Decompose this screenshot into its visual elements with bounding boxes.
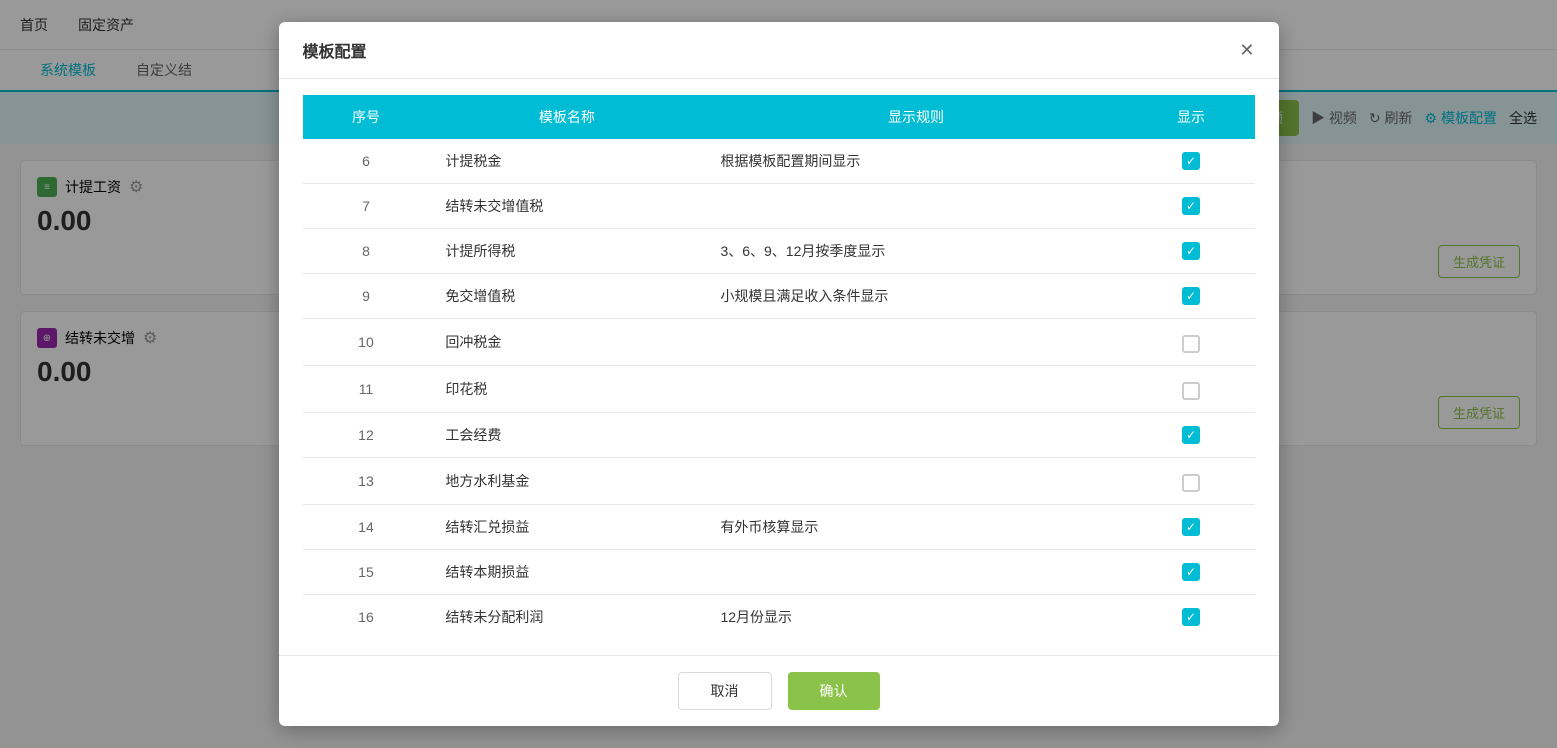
checkbox-wrap[interactable] bbox=[1182, 426, 1200, 444]
table-row: 11印花税 bbox=[303, 366, 1255, 413]
checkbox-wrap[interactable] bbox=[1182, 474, 1200, 492]
row-display bbox=[1128, 274, 1255, 319]
checkbox[interactable] bbox=[1182, 426, 1200, 444]
table-row: 6计提税金根据模板配置期间显示 bbox=[303, 139, 1255, 184]
col-rule: 显示规则 bbox=[704, 95, 1127, 139]
row-rule bbox=[704, 550, 1127, 595]
dialog-footer: 取消 确认 bbox=[279, 655, 1279, 726]
row-name: 印花税 bbox=[429, 366, 704, 413]
row-display bbox=[1128, 139, 1255, 184]
checkbox[interactable] bbox=[1182, 242, 1200, 260]
checkbox[interactable] bbox=[1182, 287, 1200, 305]
cancel-button[interactable]: 取消 bbox=[678, 672, 772, 710]
table-header: 序号 模板名称 显示规则 显示 bbox=[303, 95, 1255, 139]
row-rule: 根据模板配置期间显示 bbox=[704, 139, 1127, 184]
row-rule: 3、6、9、12月按季度显示 bbox=[704, 229, 1127, 274]
checkbox[interactable] bbox=[1182, 197, 1200, 215]
row-no: 13 bbox=[303, 458, 430, 505]
checkbox-wrap[interactable] bbox=[1182, 608, 1200, 626]
table-body: 6计提税金根据模板配置期间显示7结转未交增值税8计提所得税3、6、9、12月按季… bbox=[303, 139, 1255, 639]
row-name: 计提税金 bbox=[429, 139, 704, 184]
row-no: 10 bbox=[303, 319, 430, 366]
table-row: 13地方水利基金 bbox=[303, 458, 1255, 505]
checkbox[interactable] bbox=[1182, 335, 1200, 353]
row-display bbox=[1128, 505, 1255, 550]
checkbox[interactable] bbox=[1182, 563, 1200, 581]
row-rule: 小规模且满足收入条件显示 bbox=[704, 274, 1127, 319]
checkbox[interactable] bbox=[1182, 608, 1200, 626]
dialog-body: 序号 模板名称 显示规则 显示 6计提税金根据模板配置期间显示7结转未交增值税8… bbox=[279, 79, 1279, 655]
row-no: 15 bbox=[303, 550, 430, 595]
row-no: 11 bbox=[303, 366, 430, 413]
row-display bbox=[1128, 413, 1255, 458]
checkbox-wrap[interactable] bbox=[1182, 197, 1200, 215]
table-row: 14结转汇兑损益有外币核算显示 bbox=[303, 505, 1255, 550]
row-name: 结转汇兑损益 bbox=[429, 505, 704, 550]
row-no: 8 bbox=[303, 229, 430, 274]
checkbox-wrap[interactable] bbox=[1182, 242, 1200, 260]
row-rule: 12月份显示 bbox=[704, 595, 1127, 640]
row-name: 免交增值税 bbox=[429, 274, 704, 319]
row-display bbox=[1128, 458, 1255, 505]
dialog-header: 模板配置 ✕ bbox=[279, 22, 1279, 79]
dialog-title: 模板配置 bbox=[303, 38, 367, 62]
row-display bbox=[1128, 319, 1255, 366]
table-row: 12工会经费 bbox=[303, 413, 1255, 458]
checkbox[interactable] bbox=[1182, 518, 1200, 536]
row-rule: 有外币核算显示 bbox=[704, 505, 1127, 550]
row-name: 计提所得税 bbox=[429, 229, 704, 274]
table-row: 8计提所得税3、6、9、12月按季度显示 bbox=[303, 229, 1255, 274]
checkbox-wrap[interactable] bbox=[1182, 382, 1200, 400]
checkbox-wrap[interactable] bbox=[1182, 152, 1200, 170]
checkbox[interactable] bbox=[1182, 382, 1200, 400]
template-config-dialog: 模板配置 ✕ 序号 模板名称 显示规则 显示 6计提税金根据模板配置期间显示7结… bbox=[279, 22, 1279, 726]
dialog-overlay: 模板配置 ✕ 序号 模板名称 显示规则 显示 6计提税金根据模板配置期间显示7结… bbox=[0, 0, 1557, 748]
row-display bbox=[1128, 595, 1255, 640]
row-rule bbox=[704, 413, 1127, 458]
table-row: 16结转未分配利润12月份显示 bbox=[303, 595, 1255, 640]
row-rule bbox=[704, 319, 1127, 366]
checkbox-wrap[interactable] bbox=[1182, 563, 1200, 581]
table-row: 7结转未交增值税 bbox=[303, 184, 1255, 229]
row-name: 回冲税金 bbox=[429, 319, 704, 366]
dialog-close-button[interactable]: ✕ bbox=[1239, 41, 1254, 59]
row-display bbox=[1128, 184, 1255, 229]
row-name: 结转本期损益 bbox=[429, 550, 704, 595]
row-rule bbox=[704, 184, 1127, 229]
checkbox[interactable] bbox=[1182, 152, 1200, 170]
row-display bbox=[1128, 366, 1255, 413]
checkbox-wrap[interactable] bbox=[1182, 518, 1200, 536]
col-display: 显示 bbox=[1128, 95, 1255, 139]
row-no: 6 bbox=[303, 139, 430, 184]
row-no: 12 bbox=[303, 413, 430, 458]
checkbox[interactable] bbox=[1182, 474, 1200, 492]
row-name: 结转未分配利润 bbox=[429, 595, 704, 640]
row-no: 7 bbox=[303, 184, 430, 229]
row-rule bbox=[704, 458, 1127, 505]
row-display bbox=[1128, 550, 1255, 595]
row-display bbox=[1128, 229, 1255, 274]
checkbox-wrap[interactable] bbox=[1182, 335, 1200, 353]
row-no: 14 bbox=[303, 505, 430, 550]
table-row: 9免交增值税小规模且满足收入条件显示 bbox=[303, 274, 1255, 319]
table-row: 15结转本期损益 bbox=[303, 550, 1255, 595]
col-name: 模板名称 bbox=[429, 95, 704, 139]
row-name: 结转未交增值税 bbox=[429, 184, 704, 229]
row-rule bbox=[704, 366, 1127, 413]
row-no: 16 bbox=[303, 595, 430, 640]
row-name: 工会经费 bbox=[429, 413, 704, 458]
table-row: 10回冲税金 bbox=[303, 319, 1255, 366]
row-name: 地方水利基金 bbox=[429, 458, 704, 505]
confirm-button[interactable]: 确认 bbox=[788, 672, 880, 710]
row-no: 9 bbox=[303, 274, 430, 319]
checkbox-wrap[interactable] bbox=[1182, 287, 1200, 305]
col-no: 序号 bbox=[303, 95, 430, 139]
config-table: 序号 模板名称 显示规则 显示 6计提税金根据模板配置期间显示7结转未交增值税8… bbox=[303, 95, 1255, 639]
